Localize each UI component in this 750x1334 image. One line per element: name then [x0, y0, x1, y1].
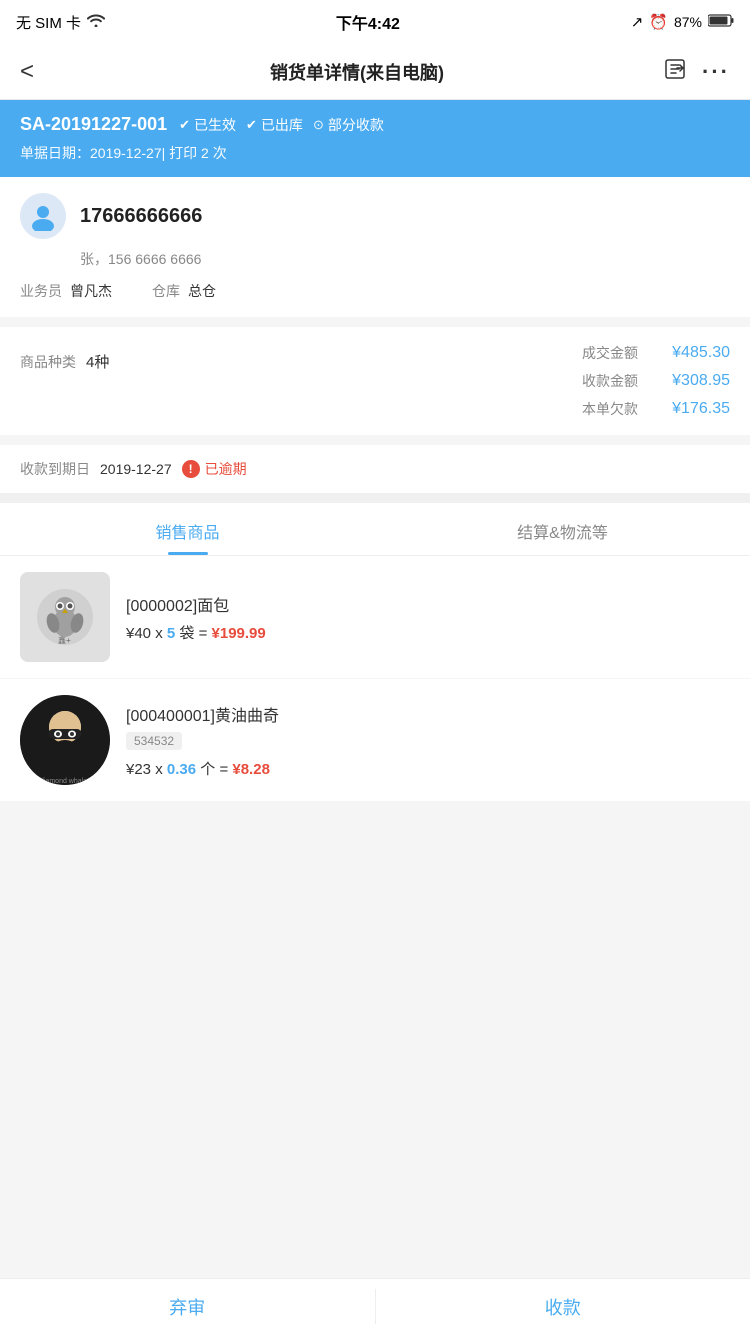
product-name-1: [0000002]面包 — [126, 592, 730, 616]
time-display: 下午4:42 — [336, 10, 400, 34]
salesperson-meta: 业务员 曾凡杰 — [20, 281, 112, 301]
status-bar: 无 SIM 卡 下午4:42 ↗ ⏰ 87% — [0, 0, 750, 44]
product-image-1: 鑫+ — [20, 572, 110, 662]
wifi-icon — [87, 13, 105, 31]
tabs: 销售商品 结算&物流等 — [0, 503, 750, 556]
customer-meta: 业务员 曾凡杰 仓库 总仓 — [20, 281, 730, 301]
bottom-bar: 弃审 收款 — [0, 1278, 750, 1334]
warehouse-value: 总仓 — [188, 281, 216, 301]
customer-section: 17666666666 张，156 6666 6666 业务员 曾凡杰 仓库 总… — [0, 177, 750, 317]
warehouse-label: 仓库 — [152, 281, 180, 301]
overdue-text: 已逾期 — [205, 459, 247, 479]
salesperson-label: 业务员 — [20, 281, 62, 301]
due-section: 收款到期日 2019-12-27 ! 已逾期 — [0, 445, 750, 493]
received-label: 收款金额 — [582, 371, 638, 391]
more-button[interactable]: ··· — [702, 59, 730, 85]
product-price-2: ¥23 x 0.36 个 = ¥8.28 — [126, 758, 730, 779]
order-header-top: SA-20191227-001 ✔ 已生效 ✔ 已出库 ⊙ 部分收款 — [20, 114, 730, 135]
export-button[interactable] — [664, 58, 686, 86]
order-header: SA-20191227-001 ✔ 已生效 ✔ 已出库 ⊙ 部分收款 单据日期：… — [0, 100, 750, 177]
warehouse-meta: 仓库 总仓 — [152, 281, 216, 301]
confirm-button[interactable]: 收款 — [376, 1279, 750, 1334]
product-qty-2: 0.36 — [167, 761, 196, 778]
customer-contact: 张，156 6666 6666 — [20, 249, 730, 269]
customer-phone: 17666666666 — [80, 205, 202, 228]
tab-sales-products[interactable]: 销售商品 — [0, 503, 375, 555]
page-title: 销货单详情(来自电脑) — [50, 59, 664, 85]
received-amount-row: 收款金额 ¥308.95 — [582, 371, 730, 391]
nav-actions: ··· — [664, 58, 730, 86]
product-total-1: ¥199.99 — [212, 625, 266, 642]
summary-right: 成交金额 ¥485.30 收款金额 ¥308.95 本单欠款 ¥176.35 — [582, 343, 730, 419]
product-price-1: ¥40 x 5 袋 = ¥199.99 — [126, 622, 730, 643]
product-list: 鑫+ [0000002]面包 ¥40 x 5 袋 = ¥199.99 — [0, 556, 750, 802]
list-item: 鑫+ [0000002]面包 ¥40 x 5 袋 = ¥199.99 — [0, 556, 750, 679]
customer-top: 17666666666 — [20, 193, 730, 239]
product-info-2: [000400001]黄油曲奇 534532 ¥23 x 0.36 个 = ¥8… — [126, 702, 730, 779]
carrier-text: 无 SIM 卡 — [16, 12, 81, 33]
product-tag-2: 534532 — [126, 732, 182, 750]
back-button[interactable]: < — [20, 58, 50, 86]
status-badge-partial: ⊙ 部分收款 — [313, 115, 384, 135]
status-left: 无 SIM 卡 — [16, 12, 105, 33]
status-right: ↗ ⏰ 87% — [631, 13, 734, 31]
deal-amount-label: 成交金额 — [582, 343, 638, 363]
list-item: diamond whale [000400001]黄油曲奇 534532 ¥23… — [0, 679, 750, 802]
check-icon-1: ✔ — [179, 117, 190, 133]
tab-settlement[interactable]: 结算&物流等 — [375, 503, 750, 555]
section-divider — [0, 493, 750, 503]
status-badge-effective: ✔ 已生效 — [179, 115, 236, 135]
status-badges: ✔ 已生效 ✔ 已出库 ⊙ 部分收款 — [179, 115, 384, 135]
product-info-1: [0000002]面包 ¥40 x 5 袋 = ¥199.99 — [126, 592, 730, 643]
location-icon: ↗ — [631, 13, 644, 31]
product-total-2: ¥8.28 — [232, 761, 270, 778]
order-id: SA-20191227-001 — [20, 114, 167, 135]
check-icon-2: ✔ — [246, 117, 257, 133]
nav-bar: < 销货单详情(来自电脑) ··· — [0, 44, 750, 100]
owed-value: ¥176.35 — [650, 400, 730, 418]
battery-text: 87% — [674, 14, 702, 30]
owed-label: 本单欠款 — [582, 399, 638, 419]
svg-text:diamond whale: diamond whale — [40, 778, 87, 785]
clock-icon: ⊙ — [313, 117, 324, 133]
deal-amount-value: ¥485.30 — [650, 344, 730, 362]
svg-text:鑫+: 鑫+ — [58, 635, 71, 645]
summary-left: 商品种类 4种 — [20, 343, 109, 372]
category-label: 商品种类 — [20, 352, 76, 372]
received-value: ¥308.95 — [650, 372, 730, 390]
due-label: 收款到期日 — [20, 459, 90, 479]
battery-icon — [708, 14, 734, 30]
product-image-2: diamond whale — [20, 695, 110, 785]
category-row: 商品种类 4种 — [20, 351, 109, 372]
overdue-icon: ! — [182, 460, 200, 478]
category-count: 4种 — [86, 351, 109, 372]
product-name-2: [000400001]黄油曲奇 — [126, 702, 730, 726]
summary-section: 商品种类 4种 成交金额 ¥485.30 收款金额 ¥308.95 本单欠款 ¥… — [0, 327, 750, 435]
avatar — [20, 193, 66, 239]
overdue-badge: ! 已逾期 — [182, 459, 247, 479]
order-date: 单据日期：2019-12-27| 打印 2 次 — [20, 143, 730, 163]
status-badge-shipped: ✔ 已出库 — [246, 115, 303, 135]
salesperson-value: 曾凡杰 — [70, 281, 112, 301]
product-qty-1: 5 — [167, 625, 175, 642]
owed-amount-row: 本单欠款 ¥176.35 — [582, 399, 730, 419]
cancel-button[interactable]: 弃审 — [0, 1279, 375, 1334]
due-date: 2019-12-27 — [100, 461, 172, 477]
deal-amount-row: 成交金额 ¥485.30 — [582, 343, 730, 363]
alarm-icon: ⏰ — [649, 13, 668, 31]
